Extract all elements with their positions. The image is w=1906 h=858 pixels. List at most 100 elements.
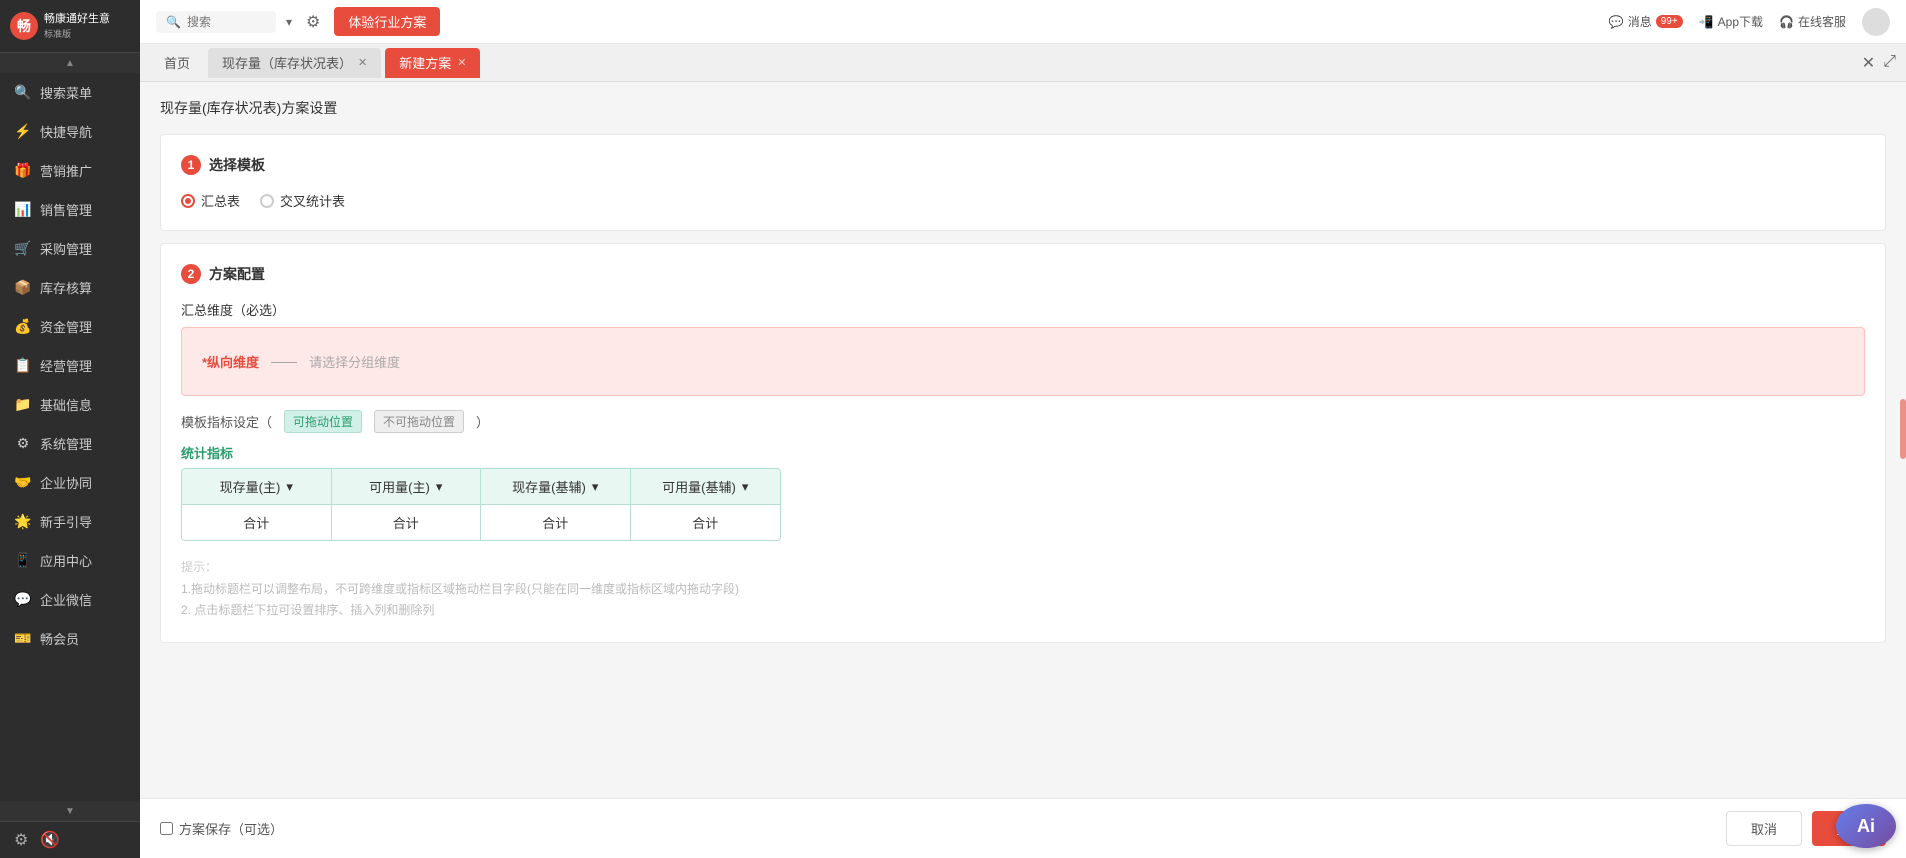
tab-new-plan[interactable]: 新建方案 ✕ — [385, 48, 480, 78]
stats-header-col4[interactable]: 可用量(基辅) ▾ — [631, 469, 781, 504]
ai-label: Ai — [1857, 816, 1875, 837]
inventory-icon: 📦 — [14, 279, 32, 297]
topbar-search-box[interactable]: 🔍 — [156, 11, 276, 33]
sidebar-logo: 畅 畅康通好生意 标准版 — [0, 0, 140, 53]
radio-summary-table[interactable]: 汇总表 — [181, 191, 240, 210]
stats-header-col1[interactable]: 现存量(主) ▾ — [182, 469, 332, 504]
cancel-button[interactable]: 取消 — [1726, 811, 1802, 846]
step2-header: 2 方案配置 — [181, 264, 1865, 284]
tips-label: 提示： — [181, 560, 217, 574]
sidebar-item-marketing-label: 营销推广 — [40, 161, 92, 180]
topbar-dropdown-btn[interactable]: ▾ — [286, 15, 292, 29]
sidebar-item-purchase-label: 采购管理 — [40, 239, 92, 258]
logo-text-block: 畅康通好生意 标准版 — [44, 12, 110, 39]
enterprise-icon: 🤝 — [14, 474, 32, 492]
footer: 方案保存（可选） 取消 查询 — [140, 798, 1906, 858]
online-service-label: 在线客服 — [1798, 13, 1846, 30]
tip2: 2. 点击标题栏下拉可设置排序、插入列和删除列 — [181, 600, 1865, 622]
stats-header-col3[interactable]: 现存量(基辅) ▾ — [481, 469, 631, 504]
sidebar-item-basic-info[interactable]: 📁 基础信息 — [0, 385, 140, 424]
tip1: 1.拖动标题栏可以调整布局，不可跨维度或指标区域拖动栏目字段(只能在同一维度或指… — [181, 579, 1865, 601]
trial-industry-btn[interactable]: 体验行业方案 — [334, 7, 440, 36]
sidebar-scroll-down[interactable]: ▼ — [0, 801, 140, 821]
topbar-search-input[interactable] — [187, 15, 267, 29]
sidebar-item-member[interactable]: 🎫 畅会员 — [0, 619, 140, 658]
tab-home-label: 首页 — [164, 53, 190, 72]
stats-header-col3-dropdown[interactable]: ▾ — [592, 479, 599, 495]
guide-icon: 🌟 — [14, 513, 32, 531]
sidebar-item-wechat[interactable]: 💬 企业微信 — [0, 580, 140, 619]
stats-header-col2[interactable]: 可用量(主) ▾ — [332, 469, 482, 504]
sidebar-item-sales[interactable]: 📊 销售管理 — [0, 190, 140, 229]
topbar-search-icon: 🔍 — [166, 15, 181, 29]
step2-title: 方案配置 — [209, 264, 265, 284]
messages-item[interactable]: 💬 消息 99+ — [1609, 13, 1683, 30]
sidebar-item-finance[interactable]: 💰 资金管理 — [0, 307, 140, 346]
tab-inventory-close-icon[interactable]: ✕ — [358, 56, 367, 69]
stats-section-title: 统计指标 — [181, 443, 1865, 462]
stats-header-col4-dropdown[interactable]: ▾ — [742, 479, 749, 495]
step2-card: 2 方案配置 汇总维度（必选） *纵向维度 —— 请选择分组维度 模板指标设定（… — [160, 243, 1886, 643]
app-download-item[interactable]: 📲 App下载 — [1699, 13, 1763, 30]
stats-body-cell-1-3: 合计 — [481, 504, 631, 540]
sidebar-item-enterprise-label: 企业协同 — [40, 473, 92, 492]
radio-cross-table[interactable]: 交叉统计表 — [260, 191, 345, 210]
footer-left: 方案保存（可选） — [160, 819, 283, 838]
online-service-item[interactable]: 🎧 在线客服 — [1779, 13, 1846, 30]
tab-inventory[interactable]: 现存量（库存状况表） ✕ — [208, 48, 381, 78]
tab-inventory-label: 现存量（库存状况表） — [222, 53, 352, 72]
topbar: 🔍 ▾ ⚙ 体验行业方案 💬 消息 99+ 📲 App下载 🎧 在线客服 — [140, 0, 1906, 44]
topbar-right: 💬 消息 99+ 📲 App下载 🎧 在线客服 — [1609, 8, 1890, 36]
sidebar-item-search[interactable]: 🔍 搜索菜单 — [0, 73, 140, 112]
step1-badge: 1 — [181, 155, 201, 175]
member-icon: 🎫 — [14, 630, 32, 648]
tab-expand-icon[interactable]: ⤢ — [1883, 53, 1896, 73]
stats-header-col1-dropdown[interactable]: ▾ — [286, 479, 293, 495]
headset-icon: 🎧 — [1779, 15, 1794, 29]
app-name: 畅康通好生意 — [44, 12, 110, 26]
tab-close-icon[interactable]: ✕ — [1862, 53, 1875, 73]
step1-title: 选择模板 — [209, 155, 265, 175]
tips-section: 提示： 1.拖动标题栏可以调整布局，不可跨维度或指标区域拖动栏目字段(只能在同一… — [181, 557, 1865, 622]
sidebar-item-management[interactable]: 📋 经营管理 — [0, 346, 140, 385]
stats-body-cell-1-4: 合计 — [631, 504, 781, 540]
sidebar-item-sales-label: 销售管理 — [40, 200, 92, 219]
sidebar-item-quick-nav[interactable]: ⚡ 快捷导航 — [0, 112, 140, 151]
sidebar-item-inventory[interactable]: 📦 库存核算 — [0, 268, 140, 307]
content-area: 现存量(库存状况表)方案设置 1 选择模板 汇总表 交叉统计表 2 — [140, 82, 1906, 798]
right-scroll-indicator — [1900, 399, 1906, 459]
radio-summary-circle — [181, 194, 195, 208]
sound-icon[interactable]: 🔇 — [40, 830, 60, 850]
sidebar-item-quick-nav-label: 快捷导航 — [40, 122, 92, 141]
finance-icon: 💰 — [14, 318, 32, 336]
app-download-label: App下载 — [1718, 13, 1763, 30]
indicator-setting-label: 模板指标设定（ — [181, 412, 272, 431]
ai-button[interactable]: Ai — [1836, 804, 1896, 848]
sidebar-item-system[interactable]: ⚙ 系统管理 — [0, 424, 140, 463]
system-icon: ⚙ — [14, 435, 32, 453]
sidebar-item-system-label: 系统管理 — [40, 434, 92, 453]
stats-table: 现存量(主) ▾ 可用量(主) ▾ 现存量(基辅) ▾ 可用量(基辅) ▾ — [181, 468, 781, 541]
sidebar-item-enterprise[interactable]: 🤝 企业协同 — [0, 463, 140, 502]
sidebar-item-marketing[interactable]: 🎁 营销推广 — [0, 151, 140, 190]
sidebar-item-guide[interactable]: 🌟 新手引导 — [0, 502, 140, 541]
dimension-area[interactable]: *纵向维度 —— 请选择分组维度 — [181, 327, 1865, 396]
topbar-settings-icon[interactable]: ⚙ — [306, 12, 320, 32]
indicator-setting-label-end: ） — [476, 412, 489, 431]
user-avatar[interactable] — [1862, 8, 1890, 36]
sidebar-scroll-up[interactable]: ▲ — [0, 53, 140, 73]
stats-header-col1-label: 现存量(主) — [220, 477, 281, 496]
app-edition: 标准版 — [44, 27, 110, 40]
step2-badge: 2 — [181, 264, 201, 284]
sidebar-item-app-center[interactable]: 📱 应用中心 — [0, 541, 140, 580]
settings-bottom-icon[interactable]: ⚙ — [14, 830, 28, 850]
save-plan-checkbox[interactable] — [160, 822, 173, 835]
stats-header-col2-dropdown[interactable]: ▾ — [436, 479, 443, 495]
marketing-icon: 🎁 — [14, 162, 32, 180]
sidebar-item-purchase[interactable]: 🛒 采购管理 — [0, 229, 140, 268]
tab-new-plan-close-icon[interactable]: ✕ — [457, 56, 466, 69]
indicator-setting-row: 模板指标设定（ 可拖动位置 不可拖动位置 ） — [181, 410, 1865, 433]
tab-home[interactable]: 首页 — [150, 48, 204, 78]
tabbar: 首页 现存量（库存状况表） ✕ 新建方案 ✕ ✕ ⤢ — [140, 44, 1906, 82]
page-title: 现存量(库存状况表)方案设置 — [160, 98, 1886, 118]
